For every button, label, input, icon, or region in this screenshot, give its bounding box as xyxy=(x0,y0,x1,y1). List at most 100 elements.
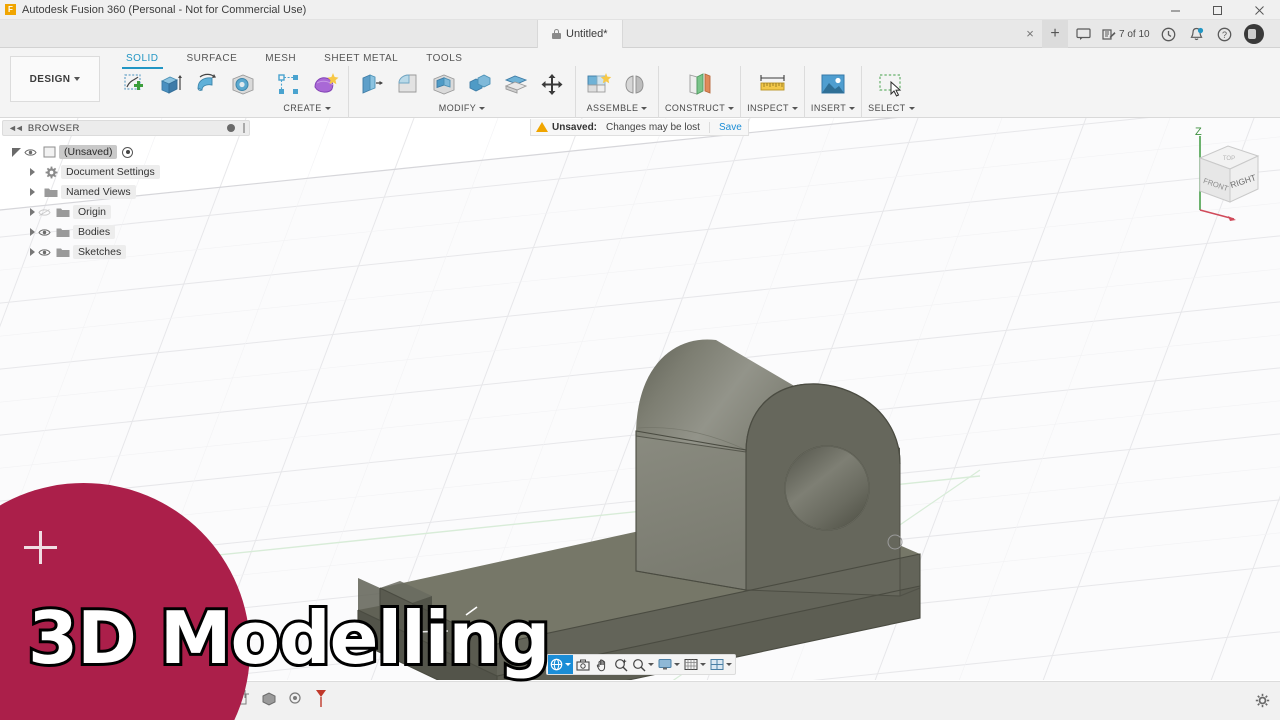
ribbon-panels: CREATE MODIFY ASSEMBLE CONSTRUCT INSPECT… xyxy=(112,66,1280,118)
orbit-tool-button[interactable] xyxy=(548,655,573,674)
zoom-tool-button[interactable] xyxy=(630,655,656,674)
svg-text:?: ? xyxy=(1222,30,1227,40)
hole-feature[interactable] xyxy=(287,689,305,712)
unsaved-banner: Unsaved: Changes may be lost Save xyxy=(530,119,749,136)
tree-row-document-settings[interactable]: Document Settings xyxy=(10,162,250,182)
panel-create xyxy=(112,66,266,118)
fusion360-window: F Autodesk Fusion 360 (Personal - Not fo… xyxy=(0,0,1280,720)
joint-button[interactable] xyxy=(618,67,652,103)
tree-row-sketches[interactable]: Sketches xyxy=(10,242,250,262)
close-tab-button[interactable]: × xyxy=(1022,26,1038,42)
maximize-button[interactable] xyxy=(1196,0,1238,20)
close-button[interactable] xyxy=(1238,0,1280,20)
display-settings-button[interactable] xyxy=(656,655,682,674)
chevron-down-icon xyxy=(74,77,81,81)
tree-label-bodies: Bodies xyxy=(73,225,116,239)
visibility-icon[interactable] xyxy=(35,228,53,237)
job-counter-label: 7 of 10 xyxy=(1119,28,1150,40)
tree-label-origin: Origin xyxy=(73,205,112,219)
panel-construct: CONSTRUCT xyxy=(658,66,740,118)
select-window-button[interactable] xyxy=(874,67,908,103)
document-tab-label: Untitled* xyxy=(566,28,608,40)
viewcube-face-top: TOP xyxy=(1223,156,1235,162)
visibility-icon[interactable] xyxy=(35,208,53,217)
clock-icon[interactable] xyxy=(1156,20,1182,48)
timeline-settings-button[interactable] xyxy=(1255,693,1270,713)
extrude-feature-3[interactable] xyxy=(260,689,278,712)
view-cube[interactable]: Z FRONT RIGHT TOP xyxy=(1178,122,1278,222)
panel-insert-label[interactable]: INSERT xyxy=(811,103,856,113)
tree-row-bodies[interactable]: Bodies xyxy=(10,222,250,242)
grid-snaps-button[interactable] xyxy=(682,655,708,674)
visibility-icon[interactable] xyxy=(21,148,39,157)
minimize-button[interactable] xyxy=(1154,0,1196,20)
panel-create-label[interactable]: CREATE xyxy=(283,103,331,113)
window-controls xyxy=(1154,0,1280,20)
look-at-tool-button[interactable] xyxy=(573,655,592,674)
tree-row-origin[interactable]: Origin xyxy=(10,202,250,222)
autodesk-logo-icon: F xyxy=(5,4,16,15)
panel-mesh-pattern: CREATE xyxy=(266,66,348,118)
panel-inspect-label[interactable]: INSPECT xyxy=(747,103,798,113)
browser-tree: (Unsaved) Document Settings Named Views xyxy=(10,142,250,262)
insert-image-button[interactable] xyxy=(816,67,850,103)
panel-insert: INSERT xyxy=(803,66,861,118)
chevron-down-icon xyxy=(728,106,735,110)
bell-icon[interactable] xyxy=(1184,20,1210,48)
help-icon[interactable]: ? xyxy=(1212,20,1238,48)
viewport-layout-button[interactable] xyxy=(708,655,734,674)
extrude-button[interactable] xyxy=(154,67,188,103)
combine-button[interactable] xyxy=(463,67,497,103)
panel-modify-label[interactable]: MODIFY xyxy=(439,103,486,113)
browser-resize-grip[interactable] xyxy=(243,123,245,133)
press-pull-button[interactable] xyxy=(355,67,389,103)
offset-plane-button[interactable] xyxy=(683,67,717,103)
chevron-down-icon xyxy=(726,663,732,666)
folder-icon xyxy=(41,187,61,198)
expand-arrow-icon[interactable] xyxy=(12,147,21,157)
panel-construct-label[interactable]: CONSTRUCT xyxy=(665,103,735,113)
fillet-button[interactable] xyxy=(391,67,425,103)
pattern-button[interactable] xyxy=(272,67,306,103)
visibility-icon[interactable] xyxy=(35,248,53,257)
folder-icon xyxy=(53,247,73,258)
panel-modify: MODIFY xyxy=(348,66,575,118)
timeline-marker[interactable] xyxy=(314,688,328,713)
document-tab[interactable]: Untitled* xyxy=(537,20,623,48)
form-button[interactable] xyxy=(308,67,342,103)
chevron-down-icon xyxy=(791,106,798,110)
panel-assemble-label[interactable]: ASSEMBLE xyxy=(587,103,648,113)
hole-button[interactable] xyxy=(226,67,260,103)
viewcube-axis-z: Z xyxy=(1195,126,1202,138)
activate-component-radio[interactable] xyxy=(122,146,134,158)
warning-icon xyxy=(536,122,548,132)
move-copy-button[interactable] xyxy=(535,67,569,103)
chevron-down-icon xyxy=(479,106,486,110)
chevron-down-icon xyxy=(849,106,856,110)
chevron-down-icon xyxy=(641,106,648,110)
expand-arrow-icon[interactable] xyxy=(30,168,35,176)
offset-face-button[interactable] xyxy=(499,67,533,103)
tree-row-named-views[interactable]: Named Views xyxy=(10,182,250,202)
new-component-button[interactable] xyxy=(582,67,616,103)
overlay-headline: 3D Modelling xyxy=(25,593,553,683)
collapse-icon[interactable]: ◄◄ xyxy=(8,123,24,133)
browser-menu-icon[interactable] xyxy=(227,124,235,132)
user-avatar[interactable] xyxy=(1243,24,1264,44)
shell-button[interactable] xyxy=(427,67,461,103)
measure-button[interactable] xyxy=(756,67,790,103)
pan-tool-button[interactable] xyxy=(592,655,611,674)
panel-select-label[interactable]: SELECT xyxy=(868,103,915,113)
zoom-window-tool-button[interactable] xyxy=(611,655,630,674)
job-status[interactable]: 7 of 10 xyxy=(1098,20,1154,48)
comment-icon[interactable] xyxy=(1070,20,1096,48)
expand-arrow-icon[interactable] xyxy=(30,188,35,196)
tree-label-document-settings: Document Settings xyxy=(61,165,160,179)
account-toolbar: 7 of 10 ? xyxy=(1070,20,1264,48)
save-button[interactable]: Save xyxy=(708,121,745,133)
revolve-button[interactable] xyxy=(190,67,224,103)
tree-row-unsaved[interactable]: (Unsaved) xyxy=(10,142,250,162)
create-sketch-button[interactable] xyxy=(118,67,152,103)
new-tab-button[interactable]: + xyxy=(1042,20,1068,48)
workspace-selector[interactable]: DESIGN xyxy=(10,56,100,102)
